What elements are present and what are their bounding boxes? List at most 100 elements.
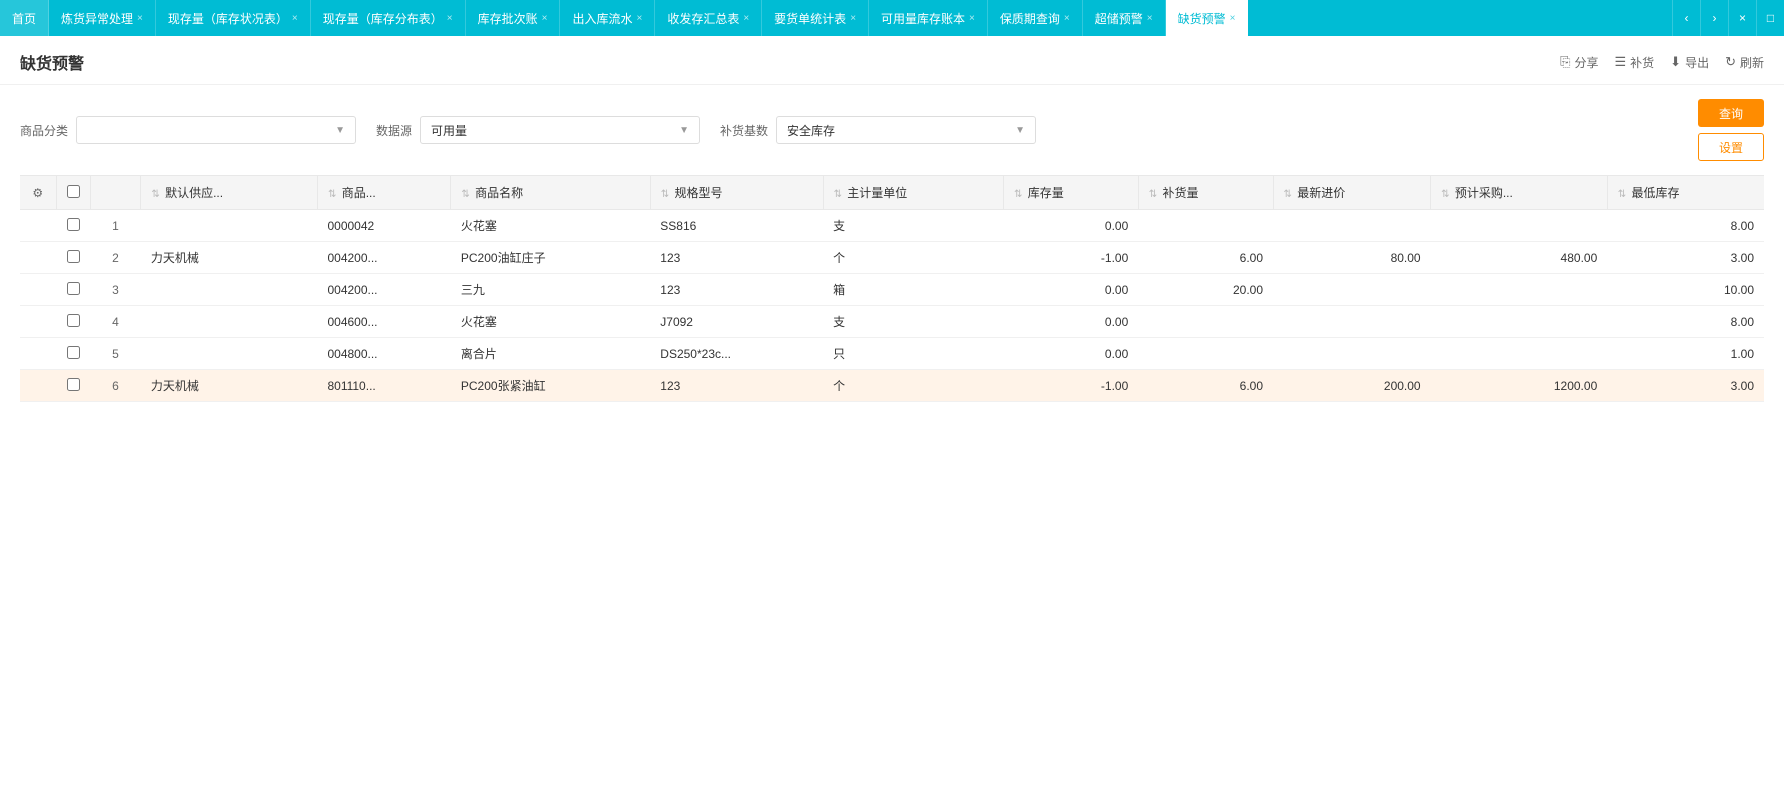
- row-unit: 只: [823, 338, 1003, 370]
- row-stock: -1.00: [1004, 370, 1139, 402]
- row-settings-cell: [20, 274, 56, 306]
- filter-actions: 查询 设置: [1698, 99, 1764, 161]
- nav-prev-button[interactable]: ‹: [1672, 0, 1700, 36]
- table-row: 6 力天机械 801110... PC200张紧油缸 123 个 -1.00 6…: [20, 370, 1764, 402]
- nav-tab-inventory-status-close[interactable]: ×: [292, 13, 298, 24]
- row-supplier: [141, 338, 318, 370]
- nav-tab-order-stat[interactable]: 要货单统计表 ×: [762, 0, 869, 36]
- row-unit: 个: [823, 370, 1003, 402]
- nav-tab-batch-label: 库存批次账: [478, 10, 538, 27]
- row-min-stock: 8.00: [1607, 210, 1764, 242]
- replenish-base-select[interactable]: 安全库存 ▼: [776, 116, 1036, 144]
- nav-tab-inventory-dist-close[interactable]: ×: [447, 13, 453, 24]
- nav-tab-abnormal-close[interactable]: ×: [137, 13, 143, 24]
- table-header-latest-price: ⇅ 最新进价: [1273, 176, 1431, 210]
- gear-icon[interactable]: ⚙: [32, 186, 43, 200]
- refresh-button[interactable]: ↻ 刷新: [1725, 54, 1764, 71]
- row-checkbox-4[interactable]: [67, 346, 80, 359]
- nav-tab-shortage-label: 缺货预警: [1178, 10, 1226, 27]
- row-checkbox-5[interactable]: [67, 378, 80, 391]
- category-select[interactable]: ▼: [76, 116, 356, 144]
- select-all-checkbox[interactable]: [67, 185, 80, 198]
- nav-tab-batch-close[interactable]: ×: [542, 13, 548, 24]
- nav-maximize-button[interactable]: □: [1756, 0, 1784, 36]
- row-stock: 0.00: [1004, 210, 1139, 242]
- nav-tab-inventory-dist[interactable]: 现存量（库存分布表） ×: [311, 0, 466, 36]
- nav-close-button[interactable]: ×: [1728, 0, 1756, 36]
- row-checkbox-0[interactable]: [67, 218, 80, 231]
- nav-tab-batch[interactable]: 库存批次账 ×: [466, 0, 561, 36]
- row-latest-price: 80.00: [1273, 242, 1431, 274]
- replenish-label: 补货: [1630, 54, 1654, 71]
- row-est-purchase: 480.00: [1431, 242, 1608, 274]
- row-supplier: 力天机械: [141, 242, 318, 274]
- row-supplier: [141, 210, 318, 242]
- row-settings-cell: [20, 338, 56, 370]
- category-filter-group: 商品分类 ▼: [20, 116, 356, 144]
- sort-icon-goods-name: ⇅: [461, 189, 469, 200]
- sort-icon-replenish: ⇅: [1149, 189, 1157, 200]
- nav-tab-expiry[interactable]: 保质期查询 ×: [988, 0, 1083, 36]
- table-row: 3 004200... 三九 123 箱 0.00 20.00 10.00: [20, 274, 1764, 306]
- row-est-purchase: [1431, 338, 1608, 370]
- replenish-base-select-value: 安全库存: [787, 122, 835, 139]
- query-button[interactable]: 查询: [1698, 99, 1764, 127]
- nav-tab-collect-close[interactable]: ×: [743, 13, 749, 24]
- sort-icon-stock: ⇅: [1014, 189, 1022, 200]
- export-button[interactable]: ⬇ 导出: [1670, 54, 1709, 71]
- row-number: 4: [90, 306, 141, 338]
- nav-tab-available-label: 可用量库存账本: [881, 10, 965, 27]
- row-checkbox-cell: [56, 338, 90, 370]
- row-stock: 0.00: [1004, 274, 1139, 306]
- refresh-label: 刷新: [1740, 54, 1764, 71]
- row-goods-code: 004600...: [317, 306, 450, 338]
- nav-tab-available-close[interactable]: ×: [969, 13, 975, 24]
- nav-tab-home-label: 首页: [12, 10, 36, 27]
- row-checkbox-cell: [56, 210, 90, 242]
- nav-tab-shortage-close[interactable]: ×: [1230, 13, 1236, 24]
- nav-tab-inventory-dist-label: 现存量（库存分布表）: [323, 10, 443, 27]
- datasource-select[interactable]: 可用量 ▼: [420, 116, 700, 144]
- nav-tab-collect[interactable]: 收发存汇总表 ×: [655, 0, 762, 36]
- sort-icon-latest-price: ⇅: [1284, 189, 1292, 200]
- table-header-no: [90, 176, 141, 210]
- row-number: 5: [90, 338, 141, 370]
- row-checkbox-3[interactable]: [67, 314, 80, 327]
- share-button[interactable]: ⎘ 分享: [1560, 54, 1598, 71]
- row-goods-code: 004800...: [317, 338, 450, 370]
- nav-tab-available[interactable]: 可用量库存账本 ×: [869, 0, 988, 36]
- nav-tab-inventory-status[interactable]: 现存量（库存状况表） ×: [156, 0, 311, 36]
- row-min-stock: 3.00: [1607, 370, 1764, 402]
- nav-tab-abnormal[interactable]: 炼货异常处理 ×: [49, 0, 156, 36]
- nav-tab-overstock-close[interactable]: ×: [1147, 13, 1153, 24]
- nav-tab-order-stat-close[interactable]: ×: [850, 13, 856, 24]
- filter-bar: 商品分类 ▼ 数据源 可用量 ▼ 补货基数 安全库存 ▼ 查询 设置: [0, 85, 1784, 175]
- row-est-purchase: [1431, 210, 1608, 242]
- table-header-settings: ⚙: [20, 176, 56, 210]
- settings-button[interactable]: 设置: [1698, 133, 1764, 161]
- nav-tab-inout[interactable]: 出入库流水 ×: [560, 0, 655, 36]
- row-replenish: 6.00: [1138, 242, 1273, 274]
- table-header-checkbox: [56, 176, 90, 210]
- table-row: 1 0000042 火花塞 SS816 支 0.00 8.00: [20, 210, 1764, 242]
- row-checkbox-2[interactable]: [67, 282, 80, 295]
- nav-tab-shortage[interactable]: 缺货预警 ×: [1166, 0, 1249, 36]
- row-stock: 0.00: [1004, 338, 1139, 370]
- nav-tab-inout-close[interactable]: ×: [636, 13, 642, 24]
- replenish-base-select-arrow: ▼: [1015, 125, 1025, 136]
- row-latest-price: [1273, 274, 1431, 306]
- nav-tab-expiry-close[interactable]: ×: [1064, 13, 1070, 24]
- row-goods-name: 火花塞: [451, 306, 650, 338]
- nav-next-button[interactable]: ›: [1700, 0, 1728, 36]
- nav-tab-overstock[interactable]: 超储预警 ×: [1083, 0, 1166, 36]
- data-table: ⚙ ⇅ 默认供应... ⇅ 商品... ⇅: [20, 175, 1764, 402]
- row-settings-cell: [20, 210, 56, 242]
- nav-tab-home[interactable]: 首页: [0, 0, 49, 36]
- row-supplier: 力天机械: [141, 370, 318, 402]
- nav-tab-collect-label: 收发存汇总表: [667, 10, 739, 27]
- replenish-button[interactable]: ☰ 补货: [1614, 54, 1654, 71]
- row-replenish: 6.00: [1138, 370, 1273, 402]
- row-number: 2: [90, 242, 141, 274]
- row-checkbox-1[interactable]: [67, 250, 80, 263]
- table-header-goods-code: ⇅ 商品...: [317, 176, 450, 210]
